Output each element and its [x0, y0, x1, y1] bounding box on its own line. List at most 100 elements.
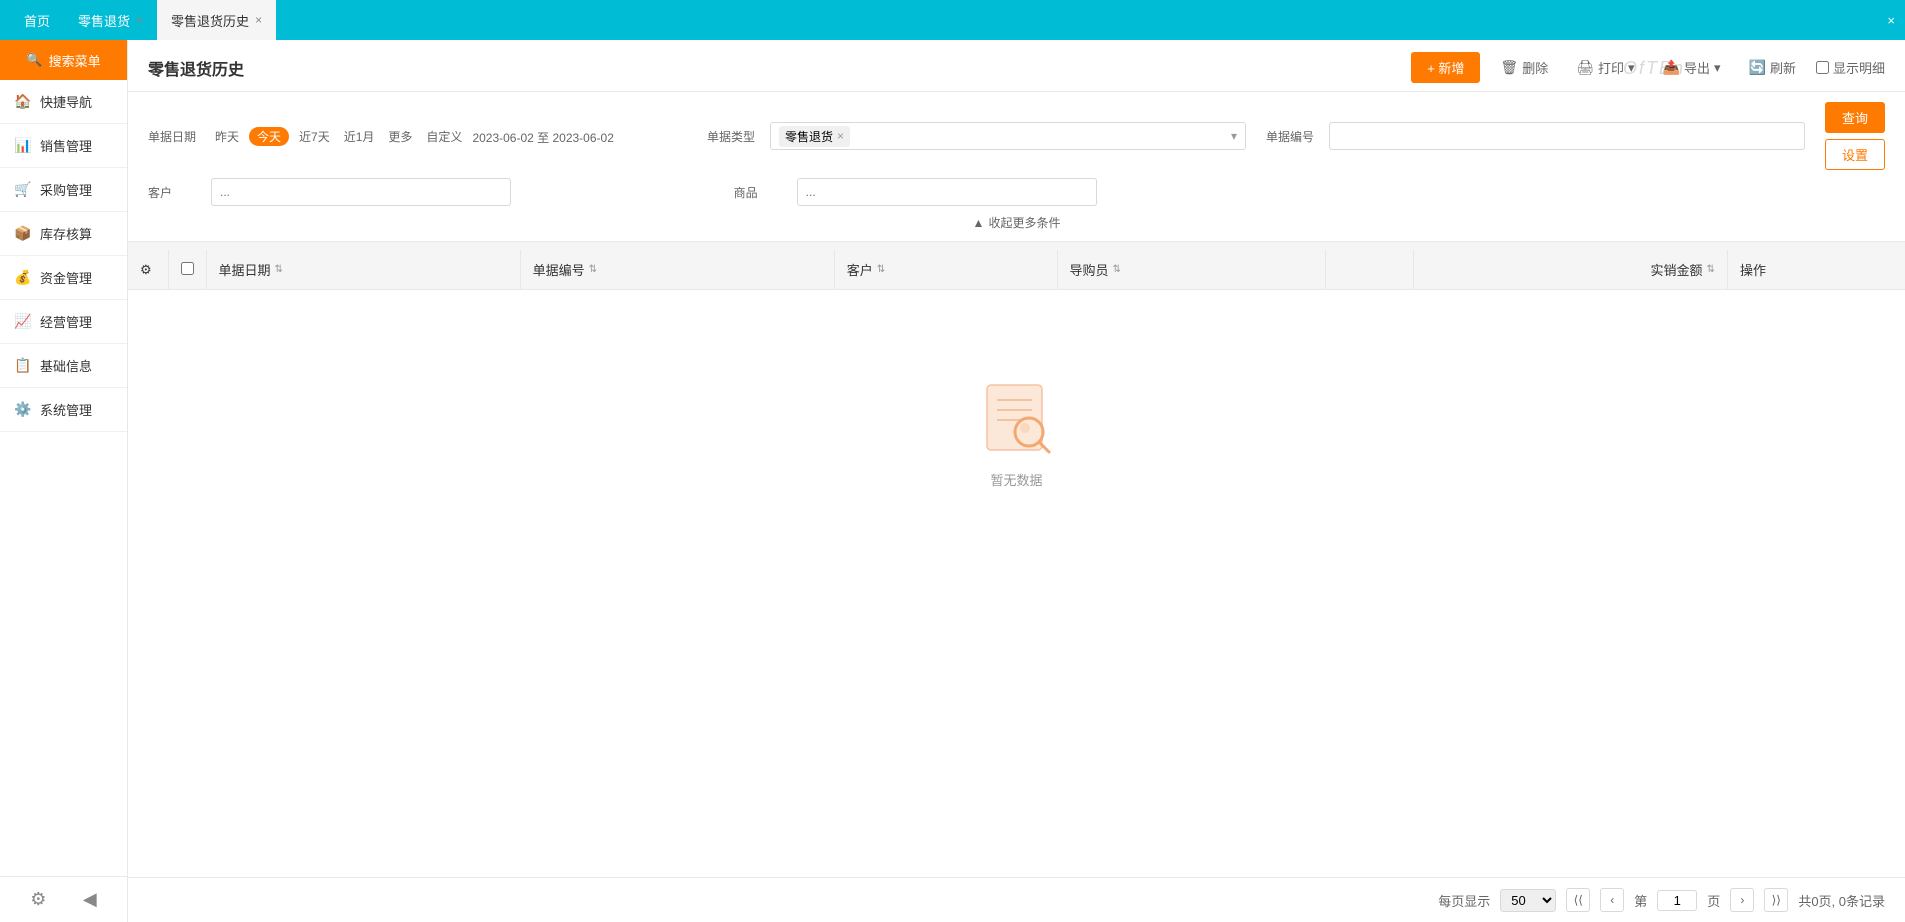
content-area: 零售退货历史 + 新增 🗑 删除 🖨 打印 ▾ 📤 导出 [128, 40, 1905, 922]
page-size-select[interactable]: 10 20 50 100 [1500, 889, 1556, 912]
collapse-filter-button[interactable]: ▲ 收起更多条件 [957, 214, 1077, 231]
th-date[interactable]: 单据日期 ⇅ [206, 250, 520, 290]
top-bar-close[interactable]: × [1887, 13, 1895, 28]
th-customer[interactable]: 客户 ⇅ [834, 250, 1057, 290]
sidebar-item-purchase-mgmt-label: 采购管理 [40, 180, 92, 199]
page-input[interactable] [1657, 890, 1697, 911]
sidebar-item-inventory[interactable]: 📦 库存核算 [0, 212, 127, 256]
th-checkbox[interactable] [168, 250, 206, 290]
number-filter-label: 单据编号 [1266, 128, 1321, 145]
add-button[interactable]: + 新增 [1411, 52, 1480, 83]
date-option-today[interactable]: 今天 [249, 127, 289, 146]
empty-text: 暂无数据 [990, 470, 1042, 489]
select-all-checkbox[interactable] [181, 262, 194, 275]
number-filter-group: 单据编号 [1266, 122, 1805, 150]
customer-filter-input[interactable] [211, 178, 511, 206]
collapse-icon[interactable]: ◀ [83, 889, 97, 910]
display-toggle-checkbox[interactable] [1816, 61, 1829, 74]
type-filter-group: 单据类型 零售退货 × ▾ [707, 122, 1246, 150]
delete-button[interactable]: 🗑 删除 [1492, 54, 1556, 81]
empty-cell: 暂无数据 [128, 290, 1905, 570]
th-date-label: 单据日期 [219, 260, 271, 279]
print-button[interactable]: 🖨 打印 ▾ [1568, 54, 1642, 81]
th-amount[interactable]: 实销金额 ⇅ [1413, 250, 1727, 290]
table-header-row: ⚙ 单据日期 ⇅ 单据编号 [128, 250, 1905, 290]
tab-home[interactable]: 首页 [10, 11, 64, 30]
tab-retail-return-close[interactable]: × [136, 13, 143, 27]
date-option-custom[interactable]: 自定义 [422, 127, 466, 146]
display-toggle[interactable]: 显示明细 [1816, 58, 1885, 77]
page-prev-btn[interactable]: ‹ [1600, 888, 1624, 912]
refresh-button[interactable]: 🔄 刷新 [1741, 54, 1804, 81]
th-guide[interactable]: 导购员 ⇅ [1057, 250, 1325, 290]
delete-icon: 🗑 [1500, 59, 1518, 76]
tab-retail-return-history[interactable]: 零售退货历史 × [157, 0, 276, 40]
filter-row-2: 客户 商品 [148, 178, 1885, 206]
date-filter-label: 单据日期 [148, 128, 203, 145]
type-tag-close[interactable]: × [837, 129, 844, 143]
empty-illustration [967, 370, 1067, 470]
sidebar-item-quick-nav-label: 快捷导航 [40, 92, 92, 111]
empty-state: 暂无数据 [128, 290, 1905, 569]
export-button[interactable]: 📤 导出 ▾ [1655, 54, 1729, 81]
sidebar-item-finance-mgmt-label: 资金管理 [40, 268, 92, 287]
settings-bottom-icon[interactable]: ⚙ [30, 889, 46, 910]
product-filter-group: 商品 [734, 178, 1300, 206]
settings-icon: ⚙ [140, 262, 152, 277]
product-filter-label: 商品 [734, 184, 789, 201]
add-icon: + [1427, 61, 1435, 76]
data-table: ⚙ 单据日期 ⇅ 单据编号 [128, 250, 1905, 569]
inventory-icon: 📦 [14, 225, 32, 243]
sidebar-item-operations-mgmt[interactable]: 📈 经营管理 [0, 300, 127, 344]
th-settings[interactable]: ⚙ [128, 250, 168, 290]
sidebar-search-label: 搜索菜单 [49, 51, 101, 70]
number-sort-icon: ⇅ [589, 264, 597, 275]
empty-row: 暂无数据 [128, 290, 1905, 570]
sidebar-item-finance-mgmt[interactable]: 💰 资金管理 [0, 256, 127, 300]
filter-row-1: 单据日期 昨天 今天 近7天 近1月 更多 自定义 2023-06-02 至 2… [148, 102, 1885, 170]
th-number[interactable]: 单据编号 ⇅ [520, 250, 834, 290]
date-option-more[interactable]: 更多 [384, 127, 416, 146]
collapse-label: 收起更多条件 [988, 214, 1060, 231]
number-filter-input[interactable] [1329, 122, 1805, 150]
date-sort-icon: ⇅ [275, 264, 283, 275]
export-icon: 📤 [1663, 59, 1680, 76]
date-option-7days[interactable]: 近7天 [295, 127, 334, 146]
customer-filter-label: 客户 [148, 184, 203, 201]
sidebar-item-sales-mgmt-label: 销售管理 [40, 136, 92, 155]
query-action-group: 查询 设置 [1825, 102, 1885, 170]
query-button[interactable]: 查询 [1825, 102, 1885, 133]
date-filter-group: 单据日期 昨天 今天 近7天 近1月 更多 自定义 2023-06-02 至 2… [148, 127, 687, 146]
sidebar-item-system-mgmt[interactable]: ⚙️ 系统管理 [0, 388, 127, 432]
finance-icon: 💰 [14, 269, 32, 287]
page-label: 页 [1707, 891, 1720, 910]
page-first-btn[interactable]: ⟨⟨ [1566, 888, 1590, 912]
sidebar-item-purchase-mgmt[interactable]: 🛒 采购管理 [0, 168, 127, 212]
tab-retail-return-history-close[interactable]: × [255, 13, 262, 27]
sidebar-item-operations-mgmt-label: 经营管理 [40, 312, 92, 331]
sales-icon: 📊 [14, 137, 32, 155]
tab-retail-return[interactable]: 零售退货 × [64, 0, 157, 40]
search-icon: 🔍 [26, 52, 42, 68]
page-last-btn[interactable]: ⟩⟩ [1764, 888, 1788, 912]
operations-icon: 📈 [14, 313, 32, 331]
sidebar-item-sales-mgmt[interactable]: 📊 销售管理 [0, 124, 127, 168]
sidebar-item-basic-info[interactable]: 📋 基础信息 [0, 344, 127, 388]
sidebar-item-quick-nav[interactable]: 🏠 快捷导航 [0, 80, 127, 124]
sidebar-search[interactable]: 🔍 搜索菜单 [0, 40, 127, 80]
th-customer-label: 客户 [847, 260, 873, 279]
date-range-display: 2023-06-02 至 2023-06-02 [472, 129, 613, 146]
export-dropdown-icon: ▾ [1714, 60, 1721, 76]
date-options: 昨天 今天 近7天 近1月 更多 自定义 2023-06-02 至 2023-0… [211, 127, 614, 146]
page-next-btn[interactable]: › [1730, 888, 1754, 912]
filter-settings-button[interactable]: 设置 [1825, 139, 1885, 170]
product-filter-input[interactable] [797, 178, 1097, 206]
refresh-label: 刷新 [1770, 58, 1796, 77]
filter-area: 单据日期 昨天 今天 近7天 近1月 更多 自定义 2023-06-02 至 2… [128, 92, 1905, 242]
sidebar-item-system-mgmt-label: 系统管理 [40, 400, 92, 419]
date-option-yesterday[interactable]: 昨天 [211, 127, 243, 146]
sidebar-bottom: ⚙ ◀ [0, 876, 127, 922]
type-filter-select[interactable]: 零售退货 × ▾ [770, 122, 1246, 150]
date-option-1month[interactable]: 近1月 [340, 127, 379, 146]
tab-retail-return-history-label: 零售退货历史 [171, 11, 249, 30]
